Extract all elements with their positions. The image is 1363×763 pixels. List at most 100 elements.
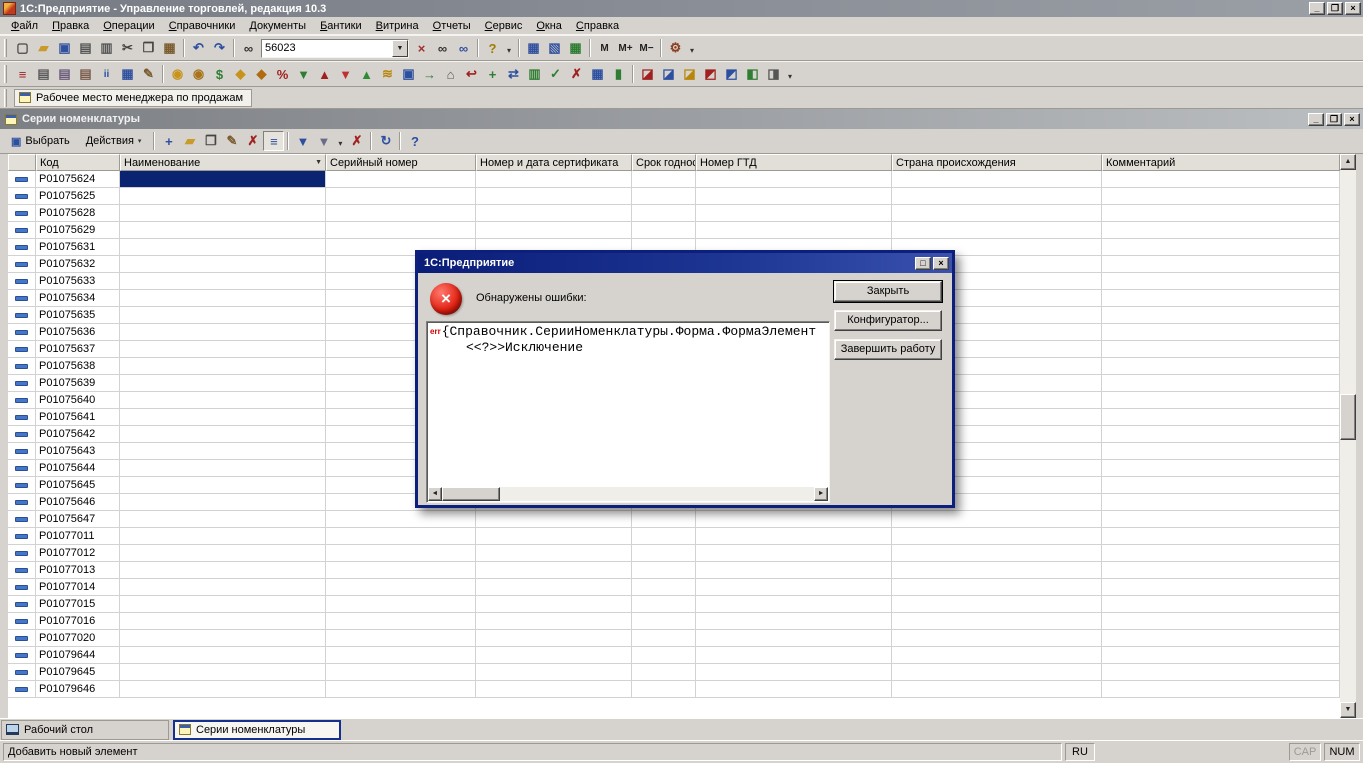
select-button[interactable]: ▣ Выбрать	[4, 131, 77, 152]
scroll-down-icon[interactable]: ▼	[1340, 702, 1356, 718]
green-book-icon[interactable]: ▮	[608, 64, 629, 84]
edit-table-icon[interactable]: ▦	[117, 64, 138, 84]
workspace-tab[interactable]: Рабочее место менеджера по продажам	[14, 88, 253, 107]
column-header[interactable]: Страна происхождения	[892, 154, 1102, 171]
scrollbar-thumb[interactable]	[1340, 394, 1356, 440]
error-text-area[interactable]: err{Справочник.СерииНоменклатуры.Форма.Ф…	[426, 321, 830, 503]
column-header[interactable]: Код	[36, 154, 120, 171]
registry-icon[interactable]: ▦	[587, 64, 608, 84]
table-row[interactable]: P01077020	[8, 630, 1340, 647]
dialog-maximize-button[interactable]: □	[915, 256, 931, 270]
toolbar-overflow-icon[interactable]: ▾	[784, 64, 796, 84]
print-icon[interactable]: ▤	[75, 38, 96, 58]
tab-desktop[interactable]: Рабочий стол	[1, 719, 169, 740]
memory-plus-icon[interactable]: M+	[615, 38, 636, 58]
child-restore-button[interactable]: ❐	[1326, 112, 1342, 126]
table-row[interactable]: P01075647	[8, 511, 1340, 528]
dialog-close-action-button[interactable]: Закрыть	[833, 280, 943, 303]
exchange-icon[interactable]: ⇄	[503, 64, 524, 84]
filter-sort-icon[interactable]: ▼	[292, 131, 313, 151]
toolbar-grip[interactable]	[4, 39, 7, 57]
catalog-book-icon[interactable]: ≡	[12, 64, 33, 84]
column-header[interactable]: Серийный номер	[326, 154, 476, 171]
return-icon[interactable]: ↩	[461, 64, 482, 84]
journal-icon[interactable]: ▣	[398, 64, 419, 84]
minimize-button[interactable]: _	[1309, 2, 1325, 15]
table-green-icon[interactable]: ▦	[565, 38, 586, 58]
restore-button[interactable]: ❐	[1327, 2, 1343, 15]
print-labels-icon[interactable]: ▤	[75, 64, 96, 84]
actions-button[interactable]: Действия ▾	[79, 131, 149, 152]
report-sales-icon[interactable]: ◪	[637, 64, 658, 84]
table-edit-icon[interactable]: ▧	[544, 38, 565, 58]
menu-Справочники[interactable]: Справочники	[162, 18, 243, 34]
undo-icon[interactable]: ↶	[188, 38, 209, 58]
check-icon[interactable]: ✓	[545, 64, 566, 84]
menu-Витрина[interactable]: Витрина	[369, 18, 426, 34]
open-folder-icon[interactable]: ▰	[33, 38, 54, 58]
print-preview-icon[interactable]: ▥	[96, 38, 117, 58]
menu-Документы[interactable]: Документы	[242, 18, 313, 34]
toolbar-grip[interactable]	[4, 65, 7, 83]
add-group-icon[interactable]: ▰	[179, 131, 200, 151]
cut-icon[interactable]: ✂	[117, 38, 138, 58]
report-green-icon[interactable]: ▥	[524, 64, 545, 84]
money-icon[interactable]: $	[209, 64, 230, 84]
refresh-icon[interactable]: ↻	[375, 131, 396, 151]
report-prices-icon[interactable]: ◧	[742, 64, 763, 84]
report-cash-icon[interactable]: ◪	[679, 64, 700, 84]
gold-icon[interactable]: ◆	[230, 64, 251, 84]
receipt-in-icon[interactable]: ▼	[293, 64, 314, 84]
table-row[interactable]: P01075625	[8, 188, 1340, 205]
search-combo-dropdown-icon[interactable]: ▼	[392, 39, 408, 57]
info-icon[interactable]: ii	[96, 64, 117, 84]
tab-series[interactable]: Серии номенклатуры	[173, 719, 341, 740]
child-minimize-button[interactable]: _	[1308, 112, 1324, 126]
doc-red-down-icon[interactable]: ▼	[335, 64, 356, 84]
scrollbar-thumb[interactable]	[442, 487, 500, 501]
print-form-icon[interactable]: ▤	[33, 64, 54, 84]
horizontal-scrollbar[interactable]: ◄ ►	[428, 487, 828, 501]
table-row[interactable]: P01079645	[8, 664, 1340, 681]
column-header-icon[interactable]	[8, 154, 36, 171]
tools-icon[interactable]: ⚙	[665, 38, 686, 58]
column-header[interactable]: Номер ГТД	[696, 154, 892, 171]
column-header[interactable]: Номер и дата сертификата	[476, 154, 632, 171]
memory-minus-icon[interactable]: M−	[636, 38, 657, 58]
close-button[interactable]: ×	[1345, 2, 1361, 15]
menu-Операции[interactable]: Операции	[96, 18, 161, 34]
coins-icon[interactable]: ◉	[167, 64, 188, 84]
table-row[interactable]: P01077016	[8, 613, 1340, 630]
report-orders-icon[interactable]: ◩	[721, 64, 742, 84]
table-row[interactable]: P01077011	[8, 528, 1340, 545]
copy-icon[interactable]: ❐	[138, 38, 159, 58]
scrollbar-track[interactable]	[500, 487, 814, 501]
vertical-scrollbar[interactable]: ▲ ▼	[1340, 154, 1356, 718]
table-row[interactable]: P01075624	[8, 171, 1340, 188]
find-in-document-icon[interactable]: ∞	[453, 38, 474, 58]
table-icon[interactable]: ▦	[523, 38, 544, 58]
child-close-button[interactable]: ×	[1344, 112, 1360, 126]
dialog-configurator-button[interactable]: Конфигуратор...	[834, 310, 942, 331]
table-row[interactable]: P01075628	[8, 205, 1340, 222]
scroll-up-icon[interactable]: ▲	[1340, 154, 1356, 170]
scroll-left-icon[interactable]: ◄	[428, 487, 442, 501]
filter-by-value-icon[interactable]: ▼	[313, 131, 334, 151]
table-row[interactable]: P01077013	[8, 562, 1340, 579]
menu-Правка[interactable]: Правка	[45, 18, 96, 34]
column-header[interactable]: Комментарий	[1102, 154, 1340, 171]
coins-stack-icon[interactable]: ≋	[377, 64, 398, 84]
table-row[interactable]: P01079646	[8, 681, 1340, 698]
toolbar-overflow-icon[interactable]: ▾	[503, 38, 515, 58]
lock-icon[interactable]: ◆	[251, 64, 272, 84]
clear-search-icon[interactable]: ×	[411, 38, 432, 58]
search-combo[interactable]: ▼	[261, 38, 409, 58]
new-document-icon[interactable]: ▢	[12, 38, 33, 58]
scroll-right-icon[interactable]: ►	[814, 487, 828, 501]
table-row[interactable]: P01077012	[8, 545, 1340, 562]
report-stock-icon[interactable]: ◪	[658, 64, 679, 84]
service-help-icon[interactable]: ?	[482, 38, 503, 58]
redo-icon[interactable]: ↷	[209, 38, 230, 58]
add-document-icon[interactable]: +	[482, 64, 503, 84]
find-next-icon[interactable]: ∞	[432, 38, 453, 58]
